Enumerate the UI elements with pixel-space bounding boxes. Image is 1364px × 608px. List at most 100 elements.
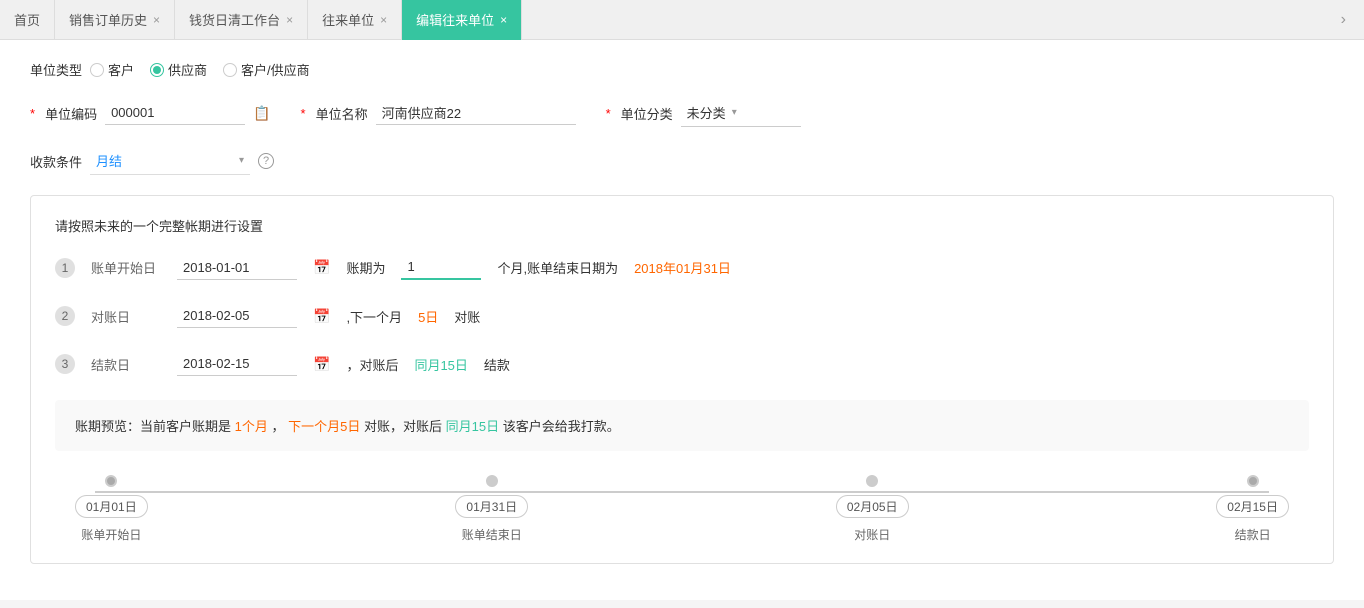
radio-customer-circle	[90, 63, 104, 77]
timeline-sublabel-1: 账单结束日	[462, 526, 522, 543]
timeline-dot-3	[1247, 475, 1259, 487]
period-section: 请按照未来的一个完整帐期进行设置 1 账单开始日 📅 账期为 个月,账单结束日期…	[30, 195, 1334, 564]
timeline-sublabel-0: 账单开始日	[81, 526, 141, 543]
timeline-date-0: 01月01日	[75, 495, 148, 518]
unit-code-input[interactable]	[105, 101, 245, 125]
account-preview-box: 账期预览：当前客户账期是 1个月 ， 下一个月5日 对账，对账后 同月15日 该…	[55, 400, 1309, 451]
row-num-3: 3	[55, 354, 75, 374]
unit-code-label: 单位编码	[45, 104, 97, 123]
unit-code-icon[interactable]: 📋	[253, 105, 270, 122]
payment-terms-row: 收款条件 月结 ▾ ?	[30, 147, 1334, 175]
preview-suffix: 该客户会给我打款。	[503, 419, 620, 434]
preview-mid1: ，	[272, 419, 285, 434]
tab-partner-close[interactable]: ×	[380, 13, 387, 27]
row-3-suffix-text: ，对账后	[346, 355, 398, 374]
radio-both-label: 客户/供应商	[241, 60, 310, 79]
timeline-dot-1	[486, 475, 498, 487]
tab-cash-workbench-label: 钱货日清工作台	[189, 10, 280, 29]
preview-highlight3: 同月15日	[446, 419, 499, 434]
tab-sales-history-close[interactable]: ×	[153, 13, 160, 27]
row-2-highlight: 5日	[418, 307, 438, 326]
row-1-date-input[interactable]	[177, 256, 297, 280]
row-2-suffix-end: 对账	[454, 307, 480, 326]
timeline-item-2: 02月05日 对账日	[836, 475, 909, 543]
timeline-items: 01月01日 账单开始日 01月31日 账单结束日 02月05日 对账日 02月…	[75, 475, 1289, 543]
preview-highlight2: 下一个月5日	[288, 419, 360, 434]
tab-partner[interactable]: 往来单位 ×	[308, 0, 402, 40]
row-1-cal-icon[interactable]: 📅	[313, 259, 330, 276]
timeline: 01月01日 账单开始日 01月31日 账单结束日 02月05日 对账日 02月…	[55, 475, 1309, 543]
timeline-sublabel-2: 对账日	[854, 526, 890, 543]
tab-partner-label: 往来单位	[322, 10, 374, 29]
tab-edit-partner-label: 编辑往来单位	[416, 10, 494, 29]
tab-edit-partner[interactable]: 编辑往来单位 ×	[402, 0, 522, 40]
payment-terms-chevron: ▾	[239, 155, 244, 166]
unit-code-star: *	[30, 106, 35, 121]
main-content: 单位类型 客户 供应商 客户/供应商 * 单位编码	[0, 40, 1364, 600]
radio-supplier-circle	[150, 63, 164, 77]
period-row-2: 2 对账日 📅 ,下一个月 5日 对账	[55, 304, 1309, 328]
section-title: 请按照未来的一个完整帐期进行设置	[55, 216, 1309, 235]
timeline-dot-0	[105, 475, 117, 487]
unit-type-label: 单位类型	[30, 60, 82, 79]
row-3-cal-icon[interactable]: 📅	[313, 356, 330, 373]
tab-home-label: 首页	[14, 10, 40, 29]
unit-name-item: * 单位名称	[301, 101, 576, 125]
row-2-cal-icon[interactable]: 📅	[313, 308, 330, 325]
timeline-item-3: 02月15日 结款日	[1216, 475, 1289, 543]
unit-info-row: * 单位编码 📋 * 单位名称 * 单位分类 未分类 ▾	[30, 99, 1334, 127]
unit-name-label: 单位名称	[316, 104, 368, 123]
radio-supplier-label: 供应商	[168, 60, 207, 79]
row-1-period-unit: 个月,账单结束日期为	[497, 258, 618, 277]
radio-supplier[interactable]: 供应商	[150, 60, 207, 79]
unit-type-item: 单位类型 客户 供应商 客户/供应商	[30, 60, 310, 79]
radio-customer[interactable]: 客户	[90, 60, 134, 79]
preview-mid2: 对账，对账后	[364, 419, 442, 434]
timeline-date-1: 01月31日	[455, 495, 528, 518]
tab-cash-workbench[interactable]: 钱货日清工作台 ×	[175, 0, 308, 40]
radio-both-circle	[223, 63, 237, 77]
row-2-date-input[interactable]	[177, 304, 297, 328]
row-3-label: 结款日	[91, 355, 161, 374]
row-3-highlight: 同月15日	[414, 355, 467, 374]
tab-sales-history[interactable]: 销售订单历史 ×	[55, 0, 175, 40]
row-2-suffix-text: ,下一个月	[346, 307, 402, 326]
row-1-label: 账单开始日	[91, 258, 161, 277]
unit-category-item: * 单位分类 未分类 ▾	[606, 99, 801, 127]
row-1-end-date: 2018年01月31日	[634, 258, 731, 277]
row-2-label: 对账日	[91, 307, 161, 326]
payment-terms-item: 收款条件 月结 ▾ ?	[30, 147, 274, 175]
radio-group-unit-type: 客户 供应商 客户/供应商	[90, 60, 310, 79]
unit-category-star: *	[606, 106, 611, 121]
row-3-date-input[interactable]	[177, 352, 297, 376]
unit-category-value: 未分类	[687, 103, 726, 122]
unit-name-input[interactable]	[376, 101, 576, 125]
unit-name-star: *	[301, 106, 306, 121]
period-row-1: 1 账单开始日 📅 账期为 个月,账单结束日期为 2018年01月31日	[55, 255, 1309, 280]
help-icon[interactable]: ?	[258, 153, 274, 169]
tab-cash-workbench-close[interactable]: ×	[286, 13, 293, 27]
unit-type-row: 单位类型 客户 供应商 客户/供应商	[30, 60, 1334, 79]
timeline-date-2: 02月05日	[836, 495, 909, 518]
preview-prefix: 账期预览：当前客户账期是	[75, 419, 231, 434]
row-1-mid-text: 账期为	[346, 258, 385, 277]
radio-both[interactable]: 客户/供应商	[223, 60, 310, 79]
tab-home[interactable]: 首页	[8, 0, 55, 40]
row-3-suffix-end: 结款	[484, 355, 510, 374]
tab-sales-history-label: 销售订单历史	[69, 10, 147, 29]
tab-edit-partner-close[interactable]: ×	[500, 13, 507, 27]
period-row-3: 3 结款日 📅 ，对账后 同月15日 结款	[55, 352, 1309, 376]
unit-category-chevron: ▾	[732, 107, 737, 118]
tab-more-button[interactable]: ›	[1331, 11, 1356, 29]
row-1-period-input[interactable]	[401, 255, 481, 280]
unit-category-select[interactable]: 未分类 ▾	[681, 99, 801, 127]
payment-terms-label: 收款条件	[30, 152, 82, 171]
preview-highlight1: 1个月	[235, 419, 268, 434]
payment-terms-select[interactable]: 月结 ▾	[90, 147, 250, 175]
timeline-dot-2	[866, 475, 878, 487]
unit-code-item: * 单位编码 📋	[30, 101, 271, 125]
row-num-2: 2	[55, 306, 75, 326]
payment-terms-value: 月结	[96, 151, 239, 170]
unit-category-label: 单位分类	[621, 104, 673, 123]
timeline-item-1: 01月31日 账单结束日	[455, 475, 528, 543]
